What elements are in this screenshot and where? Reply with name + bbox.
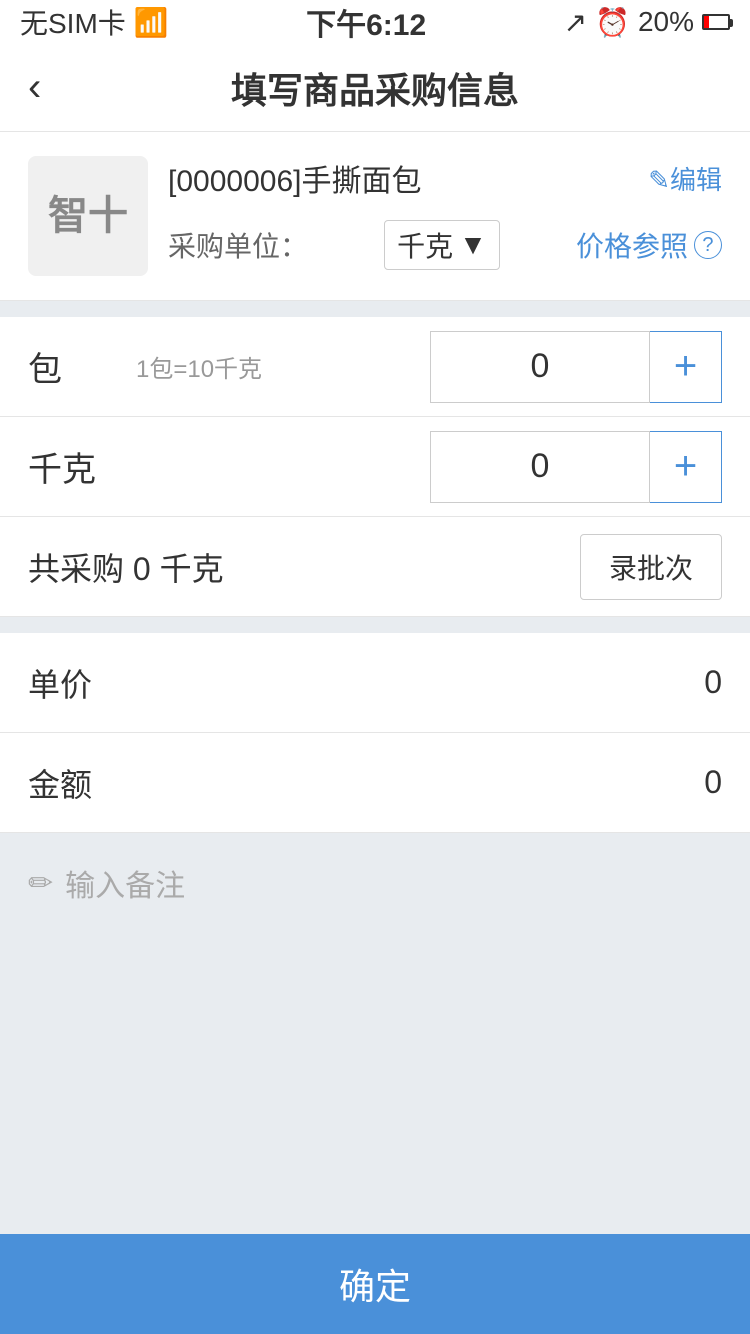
page-title: 填写商品采购信息 bbox=[231, 62, 519, 114]
status-bar: 无SIM卡 📶 下午6:12 ↗ ⏰ 20% bbox=[0, 0, 750, 44]
price-ref-label: 价格参照 bbox=[576, 225, 688, 265]
unit-row: 采购单位： 千克 ▼ 价格参照 ? bbox=[168, 220, 722, 270]
carrier-text: 无SIM卡 bbox=[20, 2, 126, 42]
price-label: 单价 bbox=[28, 660, 92, 706]
location-icon: ↗ bbox=[564, 6, 587, 39]
help-icon: ? bbox=[694, 231, 722, 259]
price-amount-section: 单价 0 金额 0 bbox=[0, 633, 750, 833]
product-name-row: [0000006]手撕面包 ✎编辑 bbox=[168, 156, 722, 200]
amount-value: 0 bbox=[704, 764, 722, 801]
price-ref-button[interactable]: 价格参照 ? bbox=[576, 225, 722, 265]
kg-plus-button[interactable]: + bbox=[650, 431, 722, 503]
notes-placeholder: 输入备注 bbox=[65, 861, 185, 905]
confirm-button[interactable]: 确定 bbox=[0, 1234, 750, 1334]
kg-qty-input[interactable] bbox=[430, 431, 650, 503]
package-input-right: + bbox=[430, 331, 722, 403]
package-input-row: 包 1包=10千克 + bbox=[0, 317, 750, 417]
notes-section[interactable]: ✏ 输入备注 bbox=[0, 833, 750, 933]
battery-text: 20% bbox=[638, 6, 694, 38]
battery-icon bbox=[702, 14, 730, 30]
nav-bar: ‹ 填写商品采购信息 bbox=[0, 44, 750, 132]
product-name: [0000006]手撕面包 bbox=[168, 156, 421, 200]
amount-label: 金额 bbox=[28, 760, 92, 806]
pencil-icon: ✏ bbox=[28, 866, 53, 901]
product-info: [0000006]手撕面包 ✎编辑 采购单位： 千克 ▼ 价格参照 ? bbox=[168, 156, 722, 270]
package-sublabel: 1包=10千克 bbox=[136, 349, 262, 384]
summary-amount: 0 bbox=[133, 551, 151, 587]
status-left: 无SIM卡 📶 bbox=[20, 2, 169, 42]
summary-unit: 千克 bbox=[160, 551, 224, 587]
unit-value: 千克 bbox=[397, 225, 453, 265]
price-value: 0 bbox=[704, 664, 722, 701]
empty-space bbox=[0, 933, 750, 1233]
unit-select[interactable]: 千克 ▼ bbox=[384, 220, 500, 270]
edit-button[interactable]: ✎编辑 bbox=[648, 160, 722, 197]
package-plus-button[interactable]: + bbox=[650, 331, 722, 403]
product-image: 智十 bbox=[28, 156, 148, 276]
package-label: 包 bbox=[28, 342, 128, 391]
price-row: 单价 0 bbox=[0, 633, 750, 733]
package-qty-input[interactable] bbox=[430, 331, 650, 403]
kg-input-right: + bbox=[430, 431, 722, 503]
summary-row: 共采购 0 千克 录批次 bbox=[0, 517, 750, 617]
product-image-text: 智十 bbox=[48, 192, 128, 240]
alarm-icon: ⏰ bbox=[595, 6, 630, 39]
summary-text: 共采购 0 千克 bbox=[28, 544, 224, 590]
dropdown-arrow-icon: ▼ bbox=[459, 229, 487, 261]
input-section: 包 1包=10千克 + 千克 + 共采购 0 千克 录批次 bbox=[0, 317, 750, 617]
amount-row: 金额 0 bbox=[0, 733, 750, 833]
product-card: 智十 [0000006]手撕面包 ✎编辑 采购单位： 千克 ▼ 价格参照 ? bbox=[0, 132, 750, 301]
unit-label: 采购单位： bbox=[168, 225, 308, 265]
record-batch-button[interactable]: 录批次 bbox=[580, 534, 722, 600]
section-divider-1 bbox=[0, 301, 750, 317]
wifi-icon: 📶 bbox=[134, 6, 169, 39]
kg-label: 千克 bbox=[28, 442, 128, 491]
section-divider-2 bbox=[0, 617, 750, 633]
status-right: ↗ ⏰ 20% bbox=[564, 6, 730, 39]
time-display: 下午6:12 bbox=[306, 0, 426, 44]
kg-input-row: 千克 + bbox=[0, 417, 750, 517]
back-button[interactable]: ‹ bbox=[28, 65, 41, 110]
